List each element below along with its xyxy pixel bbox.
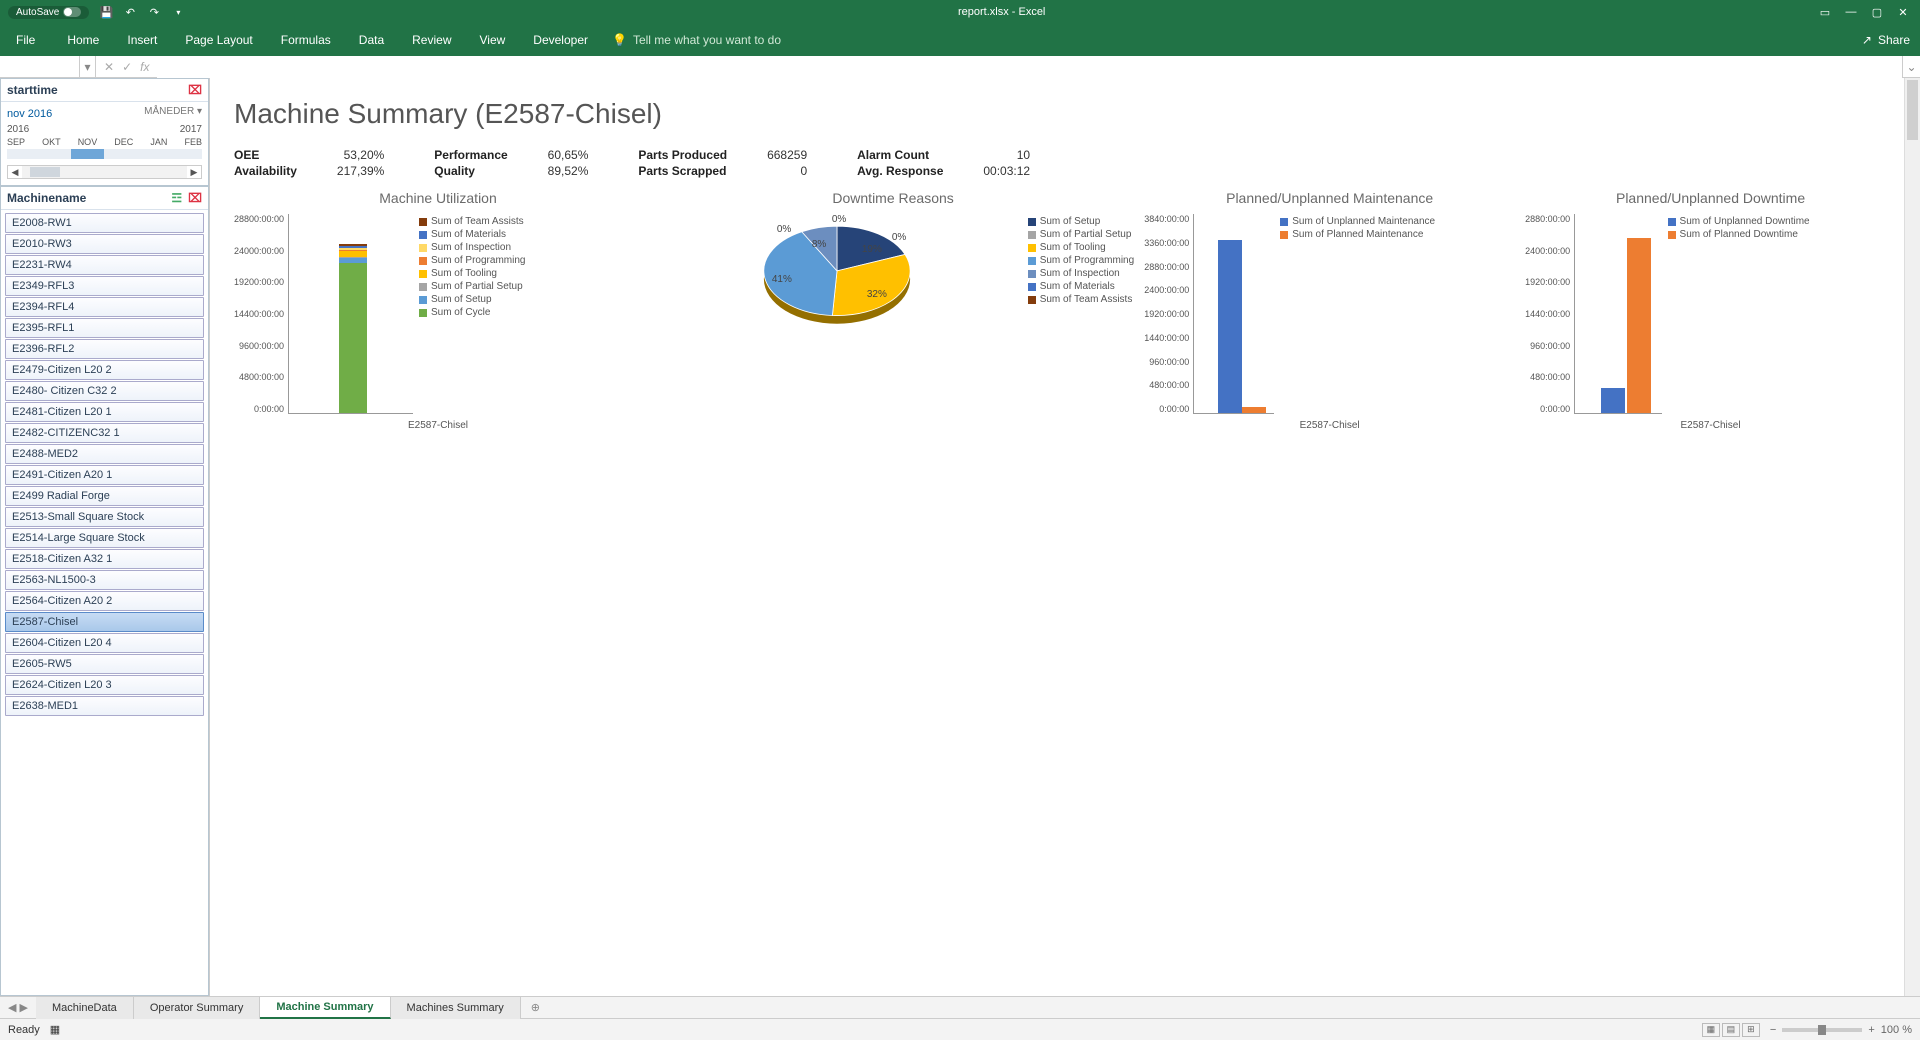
chart-maintenance[interactable]: Planned/Unplanned Maintenance 3840:00:00… <box>1144 190 1515 431</box>
tab-view[interactable]: View <box>466 24 520 56</box>
maximize-icon[interactable]: ▢ <box>1870 5 1884 19</box>
machine-item[interactable]: E2482-CITIZENC32 1 <box>5 423 204 443</box>
machine-item[interactable]: E2604-Citizen L20 4 <box>5 633 204 653</box>
machine-item[interactable]: E2488-MED2 <box>5 444 204 464</box>
titlebar: AutoSave 💾 ↶ ↷ ▾ report.xlsx - Excel ▭ —… <box>0 0 1920 24</box>
machine-item[interactable]: E2396-RFL2 <box>5 339 204 359</box>
metrics-row: OEEAvailability53,20%217,39%PerformanceQ… <box>234 148 1896 180</box>
machine-item[interactable]: E2499 Radial Forge <box>5 486 204 506</box>
close-icon[interactable]: ✕ <box>1896 5 1910 19</box>
machine-item[interactable]: E2480- Citizen C32 2 <box>5 381 204 401</box>
machine-item[interactable]: E2349-RFL3 <box>5 276 204 296</box>
name-box-dropdown-icon[interactable]: ▾ <box>80 56 96 78</box>
machine-item[interactable]: E2564-Citizen A20 2 <box>5 591 204 611</box>
clear-filter-icon[interactable]: ⌧ <box>188 191 202 205</box>
chart-planned-downtime[interactable]: Planned/Unplanned Downtime 2880:00:00240… <box>1525 190 1896 431</box>
autosave-toggle[interactable]: AutoSave <box>8 6 89 19</box>
multi-select-icon[interactable]: ☲ <box>171 191 182 205</box>
name-box[interactable] <box>0 56 80 78</box>
share-icon: ↗ <box>1862 33 1872 47</box>
enter-formula-icon[interactable]: ✓ <box>122 60 132 74</box>
timeline-header: starttime <box>7 83 58 97</box>
cancel-formula-icon[interactable]: ✕ <box>104 60 114 74</box>
qat-dropdown-icon[interactable]: ▾ <box>171 5 185 19</box>
status-bar: Ready ▦ ▦ ▤ ⊞ − + 100 % <box>0 1018 1920 1040</box>
add-sheet-icon[interactable]: ⊕ <box>521 1001 550 1014</box>
timeline-unit-select[interactable]: MÅNEDER ▾ <box>144 106 202 117</box>
sheet-tab[interactable]: Machine Summary <box>260 997 390 1019</box>
machine-slicer-header: Machinename <box>7 191 86 205</box>
vertical-scrollbar[interactable] <box>1904 78 1920 996</box>
sheet-tab[interactable]: MachineData <box>36 997 134 1019</box>
machine-item[interactable]: E2563-NL1500-3 <box>5 570 204 590</box>
tab-data[interactable]: Data <box>345 24 398 56</box>
tab-page-layout[interactable]: Page Layout <box>171 24 266 56</box>
machine-item[interactable]: E2395-RFL1 <box>5 318 204 338</box>
page-layout-view-icon[interactable]: ▤ <box>1722 1023 1740 1037</box>
lightbulb-icon: 💡 <box>612 33 627 47</box>
timeline-track[interactable] <box>7 149 202 159</box>
chart-downtime[interactable]: Downtime Reasons 0%0%19%32%41%8%0% Sum o… <box>652 190 1134 431</box>
ribbon: File Home Insert Page Layout Formulas Da… <box>0 24 1920 56</box>
machine-item[interactable]: E2587-Chisel <box>5 612 204 632</box>
tab-nav-icon[interactable]: ◀ ▶ <box>0 1001 36 1014</box>
window-title: report.xlsx - Excel <box>185 6 1818 18</box>
formula-bar: ▾ ✕ ✓ fx ⌄ <box>0 56 1920 78</box>
machine-item[interactable]: E2481-Citizen L20 1 <box>5 402 204 422</box>
normal-view-icon[interactable]: ▦ <box>1702 1023 1720 1037</box>
chart-utilization[interactable]: Machine Utilization 28800:00:0024000:00:… <box>234 190 642 431</box>
minimize-icon[interactable]: — <box>1844 5 1858 19</box>
machine-item[interactable]: E2518-Citizen A32 1 <box>5 549 204 569</box>
sheet-tab[interactable]: Operator Summary <box>134 997 261 1019</box>
machine-item[interactable]: E2624-Citizen L20 3 <box>5 675 204 695</box>
machine-slicer: Machinename ☲ ⌧ E2008-RW1E2010-RW3E2231-… <box>0 186 209 996</box>
sheet-tab-bar: ◀ ▶ MachineDataOperator SummaryMachine S… <box>0 996 1920 1018</box>
machine-item[interactable]: E2514-Large Square Stock <box>5 528 204 548</box>
fx-icon[interactable]: fx <box>140 60 149 74</box>
timeline-selection: nov 2016 <box>7 108 52 120</box>
undo-icon[interactable]: ↶ <box>123 5 137 19</box>
machine-item[interactable]: E2394-RFL4 <box>5 297 204 317</box>
clear-filter-icon[interactable]: ⌧ <box>188 83 202 97</box>
machine-item[interactable]: E2491-Citizen A20 1 <box>5 465 204 485</box>
machine-item[interactable]: E2605-RW5 <box>5 654 204 674</box>
share-button[interactable]: Share <box>1878 33 1910 47</box>
worksheet-area[interactable]: Machine Summary (E2587-Chisel) OEEAvaila… <box>210 78 1920 996</box>
tab-formulas[interactable]: Formulas <box>267 24 345 56</box>
macro-record-icon[interactable]: ▦ <box>50 1023 60 1036</box>
timeline-scroll-right-icon[interactable]: ▶ <box>187 166 201 178</box>
formula-input[interactable] <box>157 56 1902 78</box>
timeline-slicer[interactable]: starttime ⌧ nov 2016 MÅNEDER ▾ 2016 2017… <box>0 78 209 186</box>
machine-item[interactable]: E2231-RW4 <box>5 255 204 275</box>
machine-item[interactable]: E2008-RW1 <box>5 213 204 233</box>
machine-item[interactable]: E2638-MED1 <box>5 696 204 716</box>
zoom-level[interactable]: 100 % <box>1881 1024 1912 1036</box>
timeline-scrollbar[interactable] <box>22 166 187 178</box>
zoom-slider[interactable] <box>1782 1028 1862 1032</box>
tab-review[interactable]: Review <box>398 24 465 56</box>
page-break-view-icon[interactable]: ⊞ <box>1742 1023 1760 1037</box>
tell-me-search[interactable]: 💡 Tell me what you want to do <box>612 33 781 47</box>
ribbon-options-icon[interactable]: ▭ <box>1818 5 1832 19</box>
redo-icon[interactable]: ↷ <box>147 5 161 19</box>
tab-file[interactable]: File <box>10 24 53 56</box>
zoom-out-icon[interactable]: − <box>1770 1024 1776 1036</box>
timeline-scroll-left-icon[interactable]: ◀ <box>8 166 22 178</box>
sheet-tab[interactable]: Machines Summary <box>391 997 521 1019</box>
tab-home[interactable]: Home <box>53 24 113 56</box>
zoom-in-icon[interactable]: + <box>1868 1024 1874 1036</box>
machine-item[interactable]: E2010-RW3 <box>5 234 204 254</box>
status-ready: Ready <box>8 1024 40 1036</box>
tab-insert[interactable]: Insert <box>113 24 171 56</box>
page-title: Machine Summary (E2587-Chisel) <box>234 98 1896 130</box>
expand-formula-icon[interactable]: ⌄ <box>1902 56 1920 78</box>
slicer-panel: starttime ⌧ nov 2016 MÅNEDER ▾ 2016 2017… <box>0 78 210 996</box>
tab-developer[interactable]: Developer <box>519 24 602 56</box>
machine-item[interactable]: E2513-Small Square Stock <box>5 507 204 527</box>
save-icon[interactable]: 💾 <box>99 5 113 19</box>
machine-item[interactable]: E2479-Citizen L20 2 <box>5 360 204 380</box>
